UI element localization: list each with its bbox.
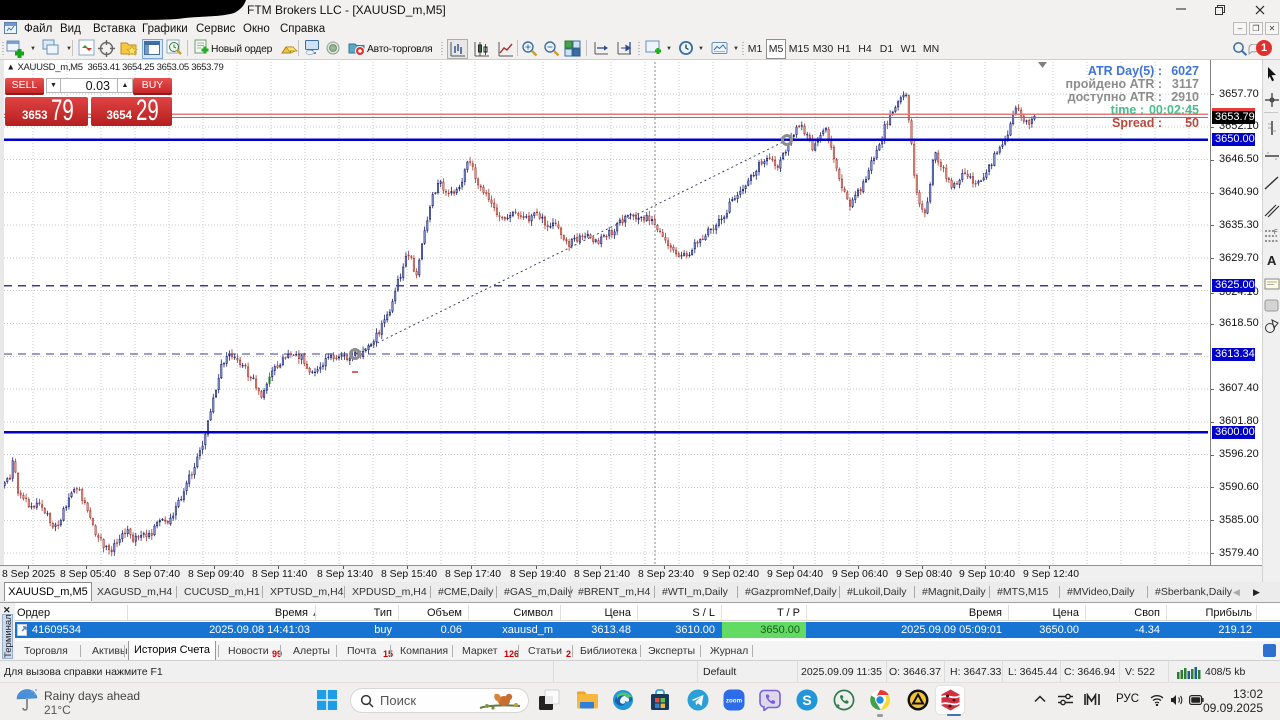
svg-text:S: S <box>802 692 811 708</box>
svg-text:zoom: zoom <box>726 698 743 705</box>
svg-text:A: A <box>1267 253 1277 268</box>
svg-text:F: F <box>1274 230 1278 236</box>
